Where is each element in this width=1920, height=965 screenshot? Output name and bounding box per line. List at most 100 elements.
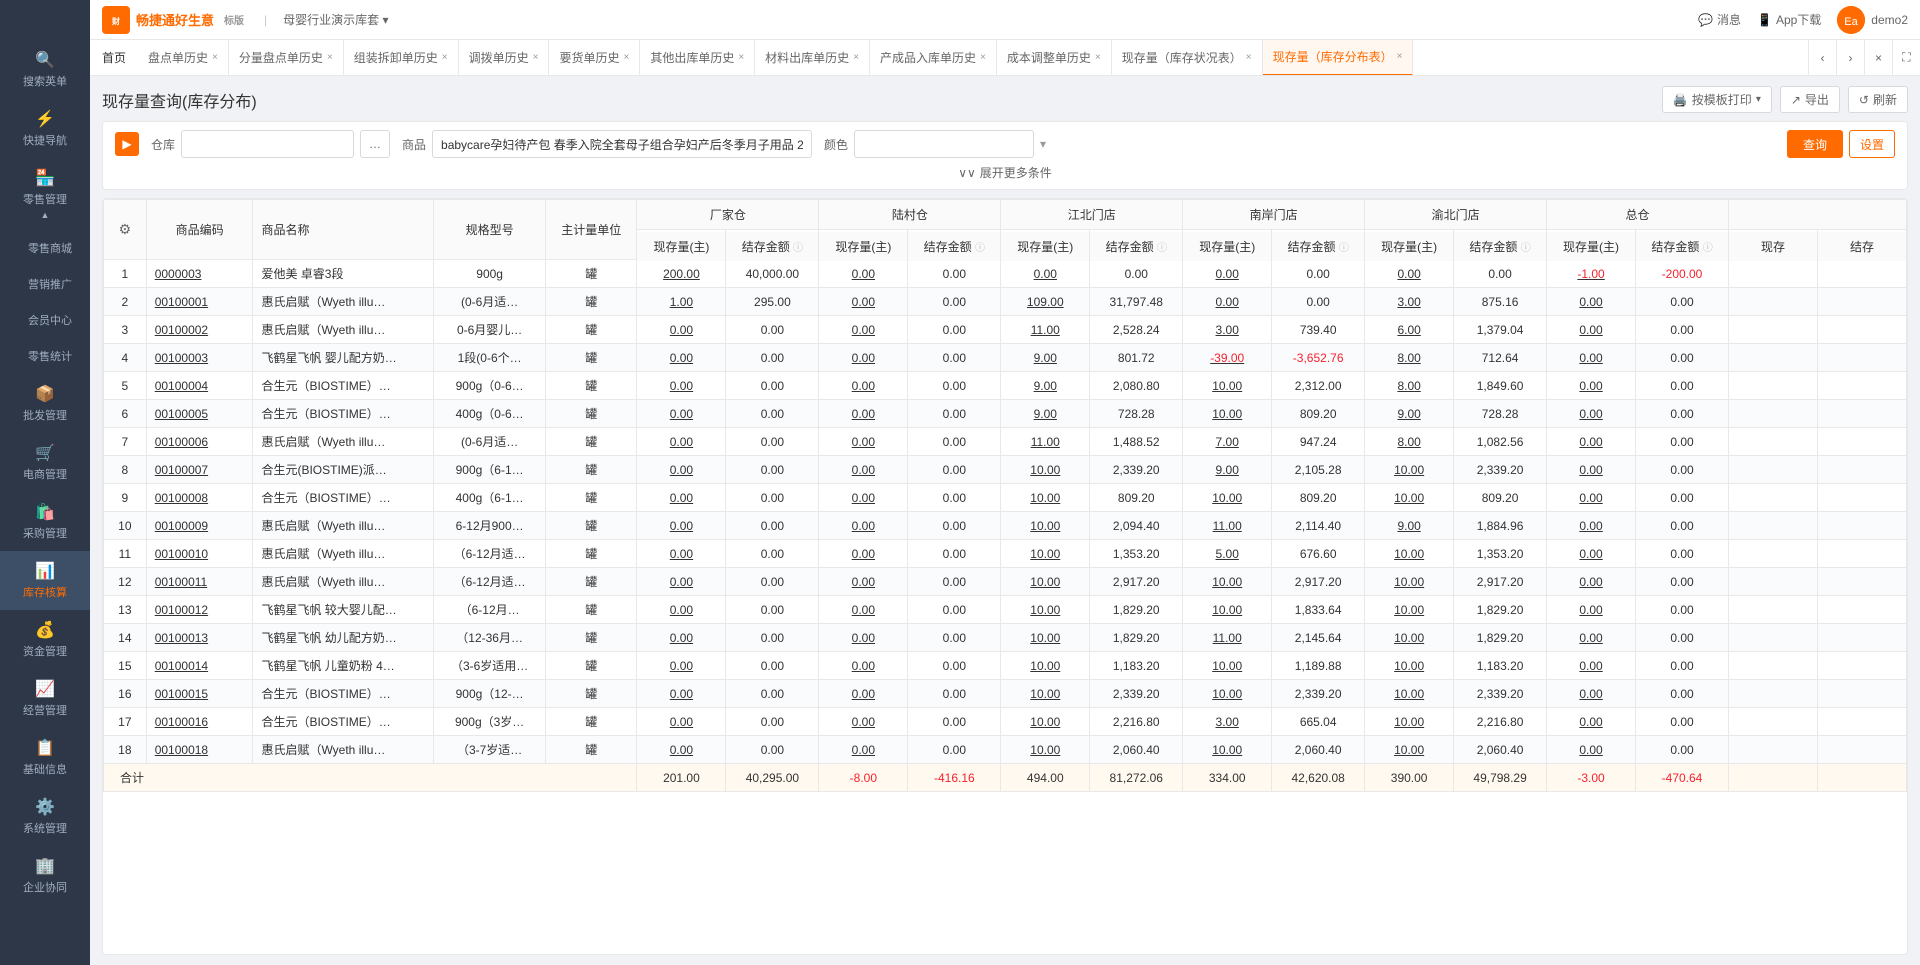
- cell-factory-stock[interactable]: 0.00: [637, 484, 726, 512]
- cell-code[interactable]: 00100007: [146, 456, 253, 484]
- tab-demand-single[interactable]: 要货单历史 ×: [549, 40, 640, 76]
- yubei-bal-info[interactable]: ⓘ: [1521, 243, 1531, 254]
- cell-total-stock[interactable]: 0.00: [1547, 372, 1636, 400]
- cell-factory-stock[interactable]: 0.00: [637, 624, 726, 652]
- cell-factory-stock[interactable]: 0.00: [637, 344, 726, 372]
- cell-yubei-stock[interactable]: 10.00: [1365, 680, 1454, 708]
- tab-stock-dist-close[interactable]: ×: [1397, 51, 1403, 62]
- nav-next-arrow[interactable]: ›: [1836, 40, 1864, 76]
- sidebar-item-basic[interactable]: 📋 基础信息: [0, 728, 90, 787]
- cell-lu-stock[interactable]: 0.00: [819, 736, 908, 764]
- cell-code[interactable]: 0000003: [146, 260, 253, 288]
- refresh-btn[interactable]: ↺ 刷新: [1848, 86, 1908, 113]
- settings-btn[interactable]: 设置: [1849, 130, 1895, 158]
- cell-lu-stock[interactable]: 0.00: [819, 596, 908, 624]
- sidebar-item-marketing[interactable]: 营销推广: [0, 266, 90, 302]
- cell-code[interactable]: 00100014: [146, 652, 253, 680]
- sidebar-item-retail[interactable]: 🏪 零售管理 ▲: [0, 158, 90, 230]
- cell-nanan-stock[interactable]: 3.00: [1183, 316, 1272, 344]
- tab-cost-adjust[interactable]: 成本调整单历史 ×: [997, 40, 1112, 76]
- tab-adjust-single[interactable]: 调拨单历史 ×: [459, 40, 550, 76]
- cell-code[interactable]: 00100013: [146, 624, 253, 652]
- cell-jiangbei-stock[interactable]: 0.00: [1001, 260, 1090, 288]
- cell-factory-stock[interactable]: 0.00: [637, 540, 726, 568]
- sidebar-item-purchase[interactable]: 🛍️ 采购管理: [0, 492, 90, 551]
- cell-nanan-stock[interactable]: 10.00: [1183, 568, 1272, 596]
- cell-yubei-stock[interactable]: 10.00: [1365, 596, 1454, 624]
- cell-code[interactable]: 00100009: [146, 512, 253, 540]
- nav-close-all[interactable]: ×: [1864, 40, 1892, 76]
- cell-code[interactable]: 00100010: [146, 540, 253, 568]
- cell-jiangbei-stock[interactable]: 109.00: [1001, 288, 1090, 316]
- industry-selector[interactable]: 母婴行业演示库套 ▾: [283, 11, 388, 28]
- tab-cost-adjust-close[interactable]: ×: [1095, 52, 1101, 63]
- cell-jiangbei-stock[interactable]: 10.00: [1001, 568, 1090, 596]
- product-input[interactable]: [432, 130, 812, 158]
- cell-code[interactable]: 00100006: [146, 428, 253, 456]
- tab-stock-status[interactable]: 现存量（库存状况表） ×: [1112, 40, 1263, 76]
- cell-lu-stock[interactable]: 0.00: [819, 484, 908, 512]
- lu-bal-info[interactable]: ⓘ: [975, 243, 985, 254]
- cell-nanan-stock[interactable]: 0.00: [1183, 260, 1272, 288]
- cell-nanan-stock[interactable]: 10.00: [1183, 484, 1272, 512]
- expand-arrow-btn[interactable]: ▶: [115, 132, 139, 156]
- color-dropdown-icon[interactable]: ▾: [1040, 137, 1046, 151]
- cell-yubei-stock[interactable]: 10.00: [1365, 708, 1454, 736]
- sidebar-item-ecommerce[interactable]: 🛒 电商管理: [0, 433, 90, 492]
- cell-nanan-stock[interactable]: 10.00: [1183, 400, 1272, 428]
- cell-factory-stock[interactable]: 0.00: [637, 652, 726, 680]
- tab-material-out-close[interactable]: ×: [853, 52, 859, 63]
- color-input[interactable]: [854, 130, 1034, 158]
- cell-yubei-stock[interactable]: 10.00: [1365, 736, 1454, 764]
- jiangbei-bal-info[interactable]: ⓘ: [1157, 243, 1167, 254]
- cell-jiangbei-stock[interactable]: 10.00: [1001, 736, 1090, 764]
- message-btn[interactable]: 💬 消息: [1698, 11, 1741, 28]
- cell-total-stock[interactable]: 0.00: [1547, 540, 1636, 568]
- cell-nanan-stock[interactable]: 0.00: [1183, 288, 1272, 316]
- cell-total-stock[interactable]: 0.00: [1547, 288, 1636, 316]
- cell-code[interactable]: 00100011: [146, 568, 253, 596]
- cell-factory-stock[interactable]: 0.00: [637, 736, 726, 764]
- tab-product-in[interactable]: 产成品入库单历史 ×: [870, 40, 997, 76]
- cell-code[interactable]: 00100005: [146, 400, 253, 428]
- cell-total-stock[interactable]: 0.00: [1547, 736, 1636, 764]
- cell-factory-stock[interactable]: 0.00: [637, 568, 726, 596]
- cell-lu-stock[interactable]: 0.00: [819, 708, 908, 736]
- cell-jiangbei-stock[interactable]: 10.00: [1001, 652, 1090, 680]
- cell-nanan-stock[interactable]: 10.00: [1183, 736, 1272, 764]
- cell-code[interactable]: 00100004: [146, 372, 253, 400]
- cell-factory-stock[interactable]: 0.00: [637, 400, 726, 428]
- sidebar-item-inventory[interactable]: 📊 库存核算: [0, 551, 90, 610]
- nav-prev-arrow[interactable]: ‹: [1808, 40, 1836, 76]
- cell-lu-stock[interactable]: 0.00: [819, 652, 908, 680]
- total-bal-info[interactable]: ⓘ: [1703, 243, 1713, 254]
- cell-yubei-stock[interactable]: 10.00: [1365, 540, 1454, 568]
- cell-yubei-stock[interactable]: 6.00: [1365, 316, 1454, 344]
- cell-nanan-stock[interactable]: 3.00: [1183, 708, 1272, 736]
- cell-yubei-stock[interactable]: 8.00: [1365, 344, 1454, 372]
- cell-nanan-stock[interactable]: -39.00: [1183, 344, 1272, 372]
- cell-jiangbei-stock[interactable]: 10.00: [1001, 540, 1090, 568]
- cell-factory-stock[interactable]: 0.00: [637, 316, 726, 344]
- search-btn[interactable]: 查询: [1787, 130, 1843, 158]
- cell-total-stock[interactable]: 0.00: [1547, 344, 1636, 372]
- cell-jiangbei-stock[interactable]: 10.00: [1001, 484, 1090, 512]
- tab-other-out-close[interactable]: ×: [738, 52, 744, 63]
- cell-jiangbei-stock[interactable]: 11.00: [1001, 316, 1090, 344]
- cell-nanan-stock[interactable]: 10.00: [1183, 680, 1272, 708]
- sidebar-item-operation[interactable]: 📈 经营管理: [0, 669, 90, 728]
- cell-lu-stock[interactable]: 0.00: [819, 568, 908, 596]
- cell-total-stock[interactable]: 0.00: [1547, 568, 1636, 596]
- cell-nanan-stock[interactable]: 7.00: [1183, 428, 1272, 456]
- cell-total-stock[interactable]: 0.00: [1547, 484, 1636, 512]
- tab-sub-count-close[interactable]: ×: [327, 52, 333, 63]
- cell-lu-stock[interactable]: 0.00: [819, 288, 908, 316]
- tab-sub-count[interactable]: 分量盘点单历史 ×: [229, 40, 344, 76]
- factory-bal-info[interactable]: ⓘ: [793, 243, 803, 254]
- tab-count-single-close[interactable]: ×: [212, 52, 218, 63]
- cell-total-stock[interactable]: 0.00: [1547, 512, 1636, 540]
- cell-code[interactable]: 00100015: [146, 680, 253, 708]
- cell-total-stock[interactable]: 0.00: [1547, 680, 1636, 708]
- sidebar-item-shortcuts[interactable]: ⚡ 快捷导航: [0, 99, 90, 158]
- cell-code[interactable]: 00100016: [146, 708, 253, 736]
